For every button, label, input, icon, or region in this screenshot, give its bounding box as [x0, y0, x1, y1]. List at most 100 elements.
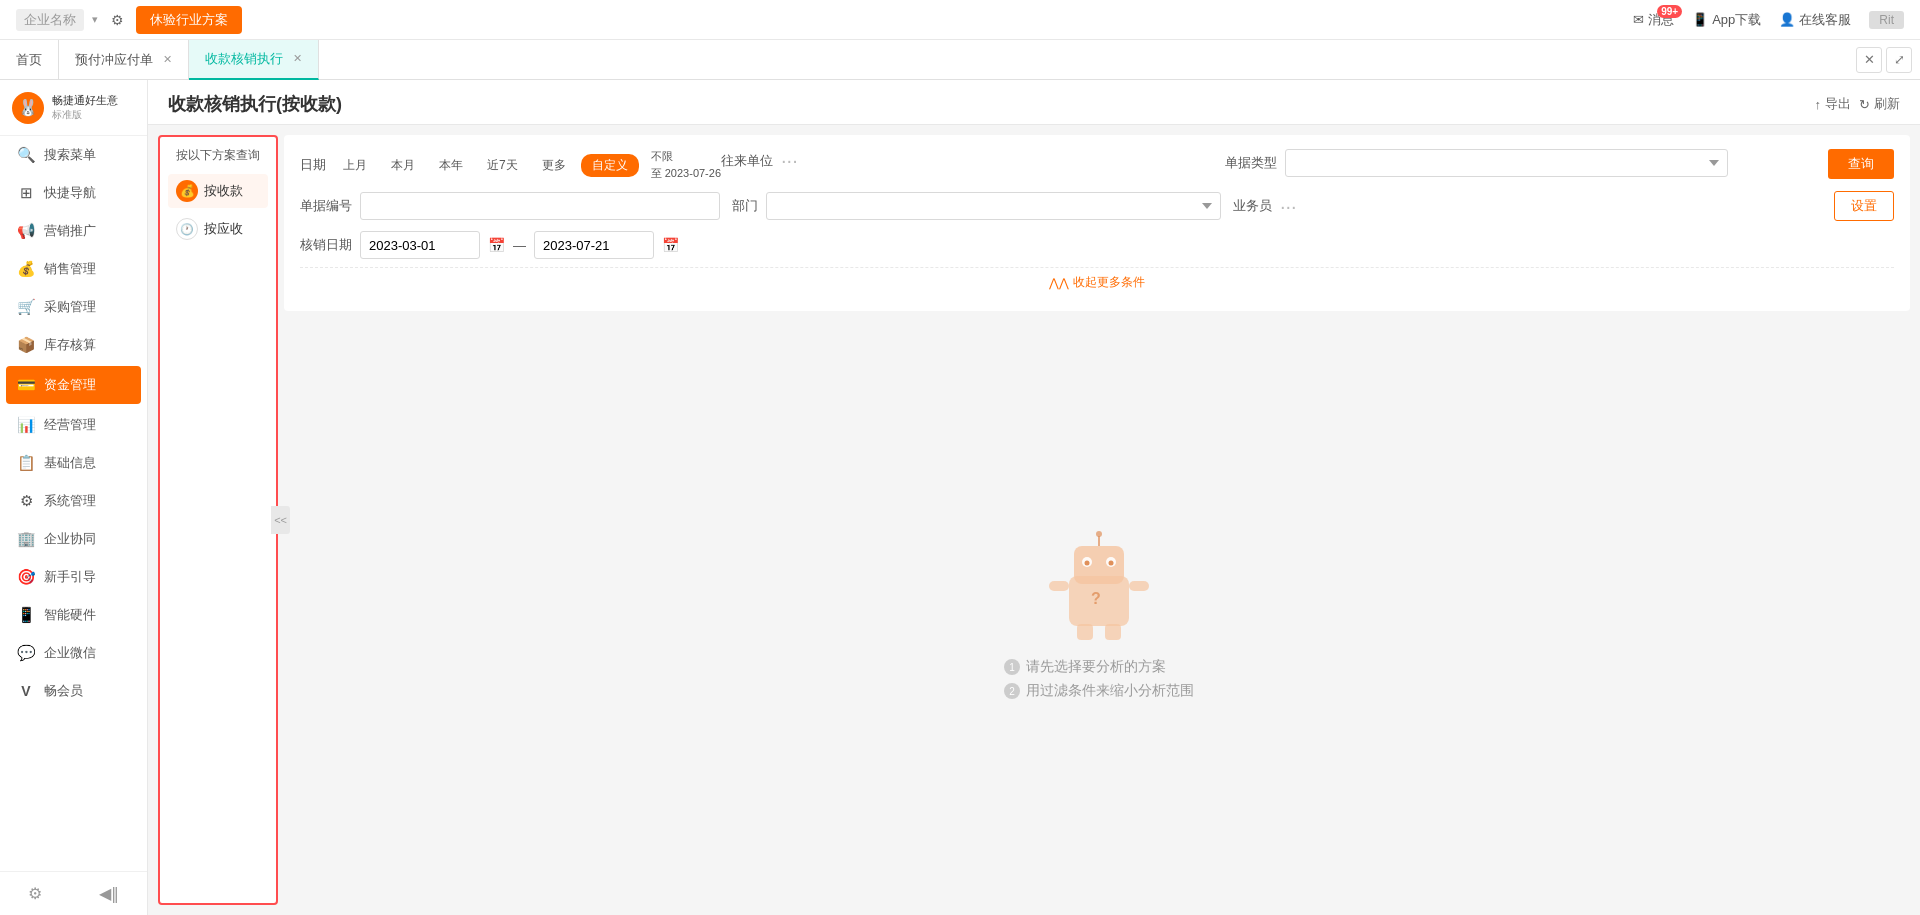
query-button[interactable]: 查询 — [1828, 149, 1894, 179]
inventory-icon: 📦 — [16, 336, 36, 354]
date-btn-7days[interactable]: 近7天 — [478, 154, 527, 177]
sidebar-item-search[interactable]: 🔍 搜索菜单 — [0, 136, 147, 174]
export-label: 导出 — [1825, 95, 1851, 113]
sidebar-item-guide[interactable]: 🎯 新手引导 — [0, 558, 147, 596]
sidebar-item-purchase[interactable]: 🛒 采购管理 — [0, 288, 147, 326]
filter-option-by-collection[interactable]: 💰 按收款 — [168, 174, 268, 208]
svg-point-5 — [1109, 561, 1114, 566]
refresh-button[interactable]: ↻ 刷新 — [1859, 95, 1900, 113]
page-header: 收款核销执行(按收款) ↑ 导出 ↻ 刷新 — [148, 80, 1920, 125]
sidebar-label-hardware: 智能硬件 — [44, 606, 96, 624]
date-no-limit: 不限 — [651, 149, 721, 164]
date-filter: 上月 本月 本年 近7天 更多 自定义 — [334, 154, 639, 177]
voucher-type-select[interactable] — [1285, 149, 1729, 177]
settings-footer-btn[interactable]: ⚙ — [20, 880, 50, 907]
filter-main: 日期 上月 本月 本年 近7天 更多 自定义 不限 至 — [278, 125, 1920, 915]
sidebar-label-member: 畅会员 — [44, 682, 83, 700]
top-bar: 企业名称 ▾ ⚙ 休验行业方案 ✉ 消息 99+ 📱 App下载 👤 在线客服 … — [0, 0, 1920, 40]
tab-prepay[interactable]: 预付冲应付单 ✕ — [59, 40, 189, 80]
logo-text-block: 畅捷通好生意 标准版 — [52, 93, 118, 121]
filter-sidebar-collapse-btn[interactable]: << — [271, 506, 290, 534]
tab-close-btn[interactable]: ✕ — [1856, 47, 1882, 73]
sidebar-item-wechat[interactable]: 💬 企业微信 — [0, 634, 147, 672]
empty-illustration: ? — [1039, 526, 1159, 646]
filter-panel: 日期 上月 本月 本年 近7天 更多 自定义 不限 至 — [284, 135, 1910, 311]
tab-collection[interactable]: 收款核销执行 ✕ — [189, 40, 319, 80]
date-btn-custom[interactable]: 自定义 — [581, 154, 639, 177]
dropdown-icon[interactable]: ▾ — [92, 13, 98, 26]
message-icon: ✉ — [1633, 12, 1644, 27]
sidebar-item-member[interactable]: V 畅会员 — [0, 672, 147, 710]
counterparty-field: 往来单位 ··· — [721, 149, 1225, 172]
verify-date-start-calendar-icon[interactable]: 📅 — [488, 237, 505, 253]
gear-icon[interactable]: ⚙ — [106, 9, 128, 31]
refresh-label: 刷新 — [1874, 95, 1900, 113]
voucher-no-field: 单据编号 — [300, 192, 720, 220]
counterparty-dots[interactable]: ··· — [781, 149, 1225, 172]
sidebar-item-enterprise[interactable]: 🏢 企业协同 — [0, 520, 147, 558]
sidebar-item-finance[interactable]: 💳 资金管理 — [6, 366, 141, 404]
step-1-num: 1 — [1004, 659, 1020, 675]
svg-rect-10 — [1077, 624, 1093, 640]
sidebar-item-system[interactable]: ⚙ 系统管理 — [0, 482, 147, 520]
content-area: 收款核销执行(按收款) ↑ 导出 ↻ 刷新 按以下方案查询 💰 — [148, 80, 1920, 915]
tab-expand-btn[interactable]: ⤢ — [1886, 47, 1912, 73]
dept-select[interactable] — [766, 192, 1221, 220]
verify-date-start-input[interactable] — [360, 231, 480, 259]
tab-home[interactable]: 首页 — [0, 40, 59, 80]
date-btn-more[interactable]: 更多 — [533, 154, 575, 177]
date-btn-this-month[interactable]: 本月 — [382, 154, 424, 177]
empty-text-item-2: 2 用过滤条件来缩小分析范围 — [1004, 682, 1194, 700]
tab-bar: 首页 预付冲应付单 ✕ 收款核销执行 ✕ ✕ ⤢ — [0, 40, 1920, 80]
content-body: 按以下方案查询 💰 按收款 🕐 按应收 << — [148, 125, 1920, 915]
svg-text:?: ? — [1091, 590, 1101, 607]
svg-point-7 — [1096, 531, 1102, 537]
finance-icon: 💳 — [16, 376, 36, 394]
sidebar-item-marketing[interactable]: 📢 营销推广 — [0, 212, 147, 250]
by-receivable-icon: 🕐 — [176, 218, 198, 240]
sidebar-item-sales[interactable]: 💰 销售管理 — [0, 250, 147, 288]
user-avatar[interactable]: Rit — [1869, 11, 1904, 29]
sidebar-item-basic[interactable]: 📋 基础信息 — [0, 444, 147, 482]
dept-field: 部门 — [732, 192, 1221, 220]
sidebar-label-basic: 基础信息 — [44, 454, 96, 472]
sidebar-item-hardware[interactable]: 📱 智能硬件 — [0, 596, 147, 634]
verify-date-label: 核销日期 — [300, 236, 352, 254]
date-btn-last-month[interactable]: 上月 — [334, 154, 376, 177]
collapse-more-btn[interactable]: ⋀⋀ 收起更多条件 — [300, 267, 1894, 297]
sidebar-label-search: 搜索菜单 — [44, 146, 96, 164]
tab-prepay-close[interactable]: ✕ — [163, 53, 172, 66]
verify-date-end-calendar-icon[interactable]: 📅 — [662, 237, 679, 253]
filter-sidebar: 按以下方案查询 💰 按收款 🕐 按应收 << — [158, 135, 278, 905]
filter-option-by-receivable[interactable]: 🕐 按应收 — [168, 212, 268, 246]
verify-date-end-input[interactable] — [534, 231, 654, 259]
sidebar-logo: 🐰 畅捷通好生意 标准版 — [0, 80, 147, 136]
messages-button[interactable]: ✉ 消息 99+ — [1633, 11, 1674, 29]
setting-button[interactable]: 设置 — [1834, 191, 1894, 221]
voucher-no-input[interactable] — [360, 192, 720, 220]
date-btn-this-year[interactable]: 本年 — [430, 154, 472, 177]
purchase-icon: 🛒 — [16, 298, 36, 316]
export-button[interactable]: ↑ 导出 — [1815, 95, 1852, 113]
svg-rect-11 — [1105, 624, 1121, 640]
collapse-sidebar-btn[interactable]: ◀‖ — [91, 880, 127, 907]
export-icon: ↑ — [1815, 97, 1822, 112]
brand-name: 企业名称 — [16, 9, 84, 31]
app-edition: 标准版 — [52, 108, 118, 122]
tab-collection-close[interactable]: ✕ — [293, 52, 302, 65]
sidebar-item-inventory[interactable]: 📦 库存核算 — [0, 326, 147, 364]
staff-dots[interactable]: ··· — [1280, 195, 1722, 218]
online-service-button[interactable]: 👤 在线客服 — [1779, 11, 1851, 29]
refresh-icon: ↻ — [1859, 97, 1870, 112]
sidebar-item-operations[interactable]: 📊 经营管理 — [0, 406, 147, 444]
operations-icon: 📊 — [16, 416, 36, 434]
hardware-icon: 📱 — [16, 606, 36, 624]
filter-row-2: 单据编号 部门 业务员 ··· 设置 — [300, 191, 1894, 221]
voucher-type-field: 单据类型 — [1225, 149, 1729, 177]
solution-button[interactable]: 休验行业方案 — [136, 6, 242, 34]
sidebar-item-quick-nav[interactable]: ⊞ 快捷导航 — [0, 174, 147, 212]
app-download-button[interactable]: 📱 App下载 — [1692, 11, 1761, 29]
page-title: 收款核销执行(按收款) — [168, 92, 342, 116]
system-icon: ⚙ — [16, 492, 36, 510]
top-bar-left: 企业名称 ▾ ⚙ 休验行业方案 — [16, 6, 242, 34]
